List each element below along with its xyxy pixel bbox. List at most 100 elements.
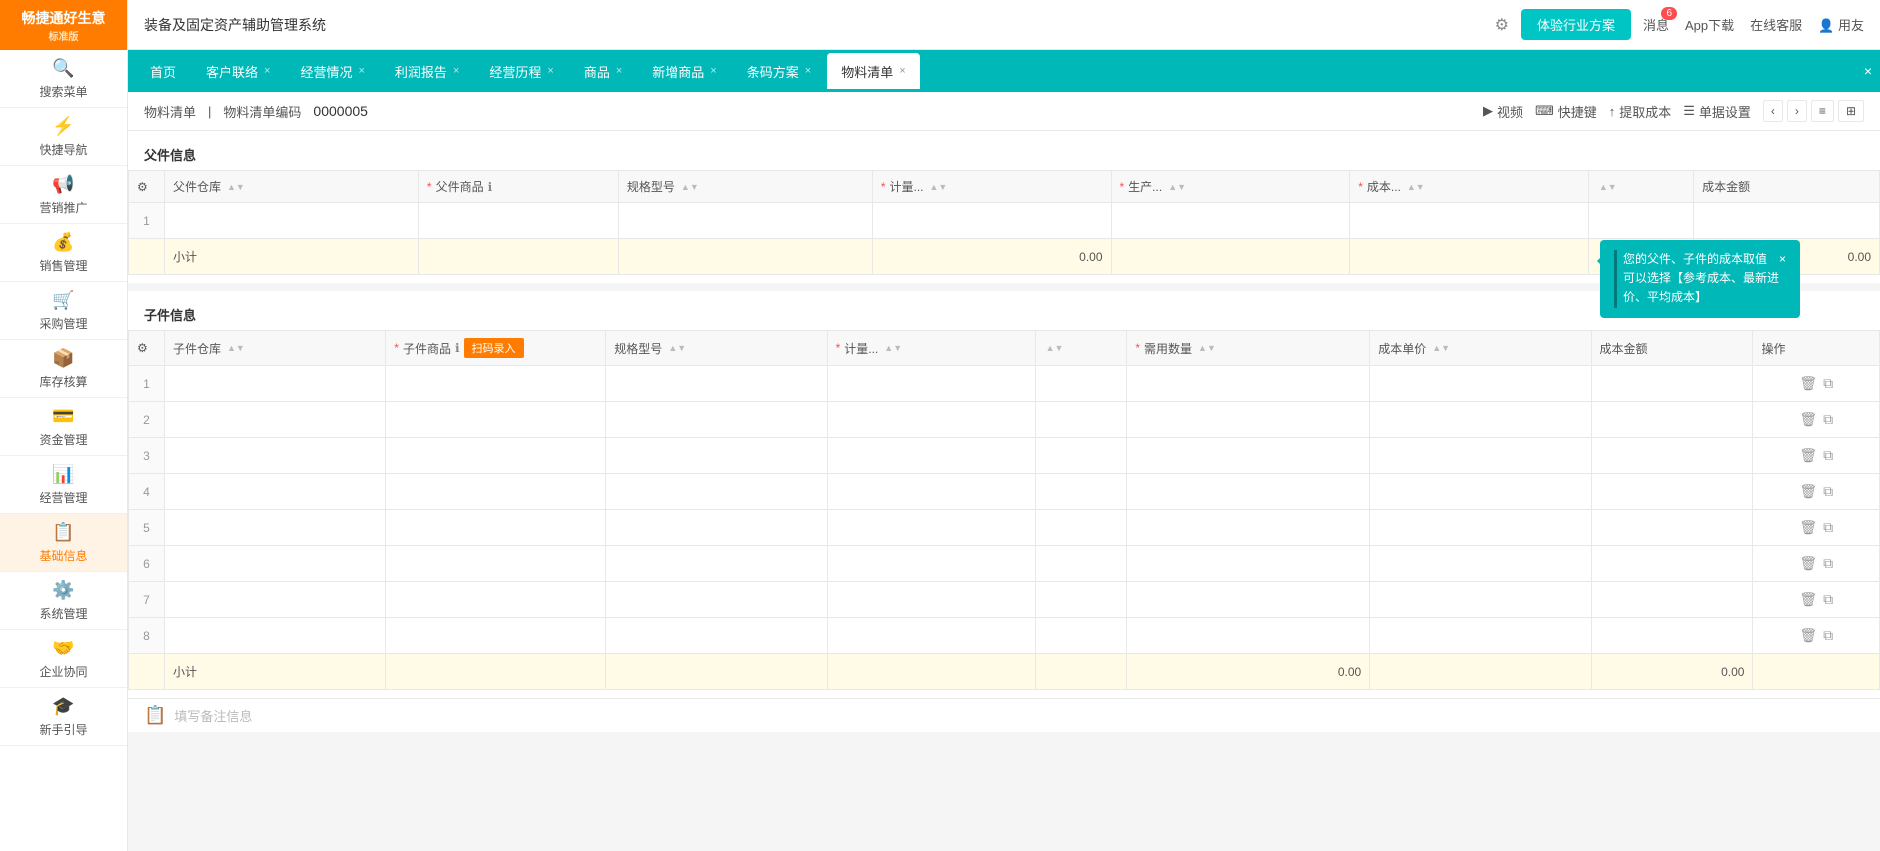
message-button[interactable]: 消息 6 xyxy=(1643,15,1669,34)
child-warehouse-cell[interactable] xyxy=(165,546,386,582)
parent-goods-info-icon[interactable]: ℹ xyxy=(488,180,493,194)
tab-customers[interactable]: 客户联络 × xyxy=(192,53,284,89)
sidebar-item-inventory[interactable]: 📦 库存核算 xyxy=(0,340,127,398)
settings-icon[interactable]: ⚙ xyxy=(1495,15,1509,35)
sidebar-item-basic[interactable]: 📋 基础信息 xyxy=(0,514,127,572)
child-unit-cost-cell[interactable] xyxy=(1370,618,1591,654)
child-warehouse-cell[interactable] xyxy=(165,402,386,438)
copy-icon[interactable]: ⧉ xyxy=(1823,375,1833,392)
child-warehouse-cell[interactable] xyxy=(165,438,386,474)
child-unit-cost-cell[interactable] xyxy=(1370,510,1591,546)
child-warehouse-cell[interactable] xyxy=(165,366,386,402)
doc-settings-action[interactable]: ☰ 单据设置 xyxy=(1683,102,1751,121)
child-qty-cell[interactable] xyxy=(1127,402,1370,438)
child-col-settings[interactable]: ⚙ xyxy=(129,331,165,366)
sidebar-item-purchase[interactable]: 🛒 采购管理 xyxy=(0,282,127,340)
child-unit-cost-cell[interactable] xyxy=(1370,582,1591,618)
child-unit-cost-cell[interactable] xyxy=(1370,438,1591,474)
delete-icon[interactable]: 🗑 xyxy=(1799,591,1817,608)
delete-icon[interactable]: 🗑 xyxy=(1799,411,1817,428)
parent-costval-cell[interactable] xyxy=(1350,203,1589,239)
child-goods-cell[interactable] xyxy=(386,438,606,474)
sidebar-item-marketing[interactable]: 📢 营销推广 xyxy=(0,166,127,224)
close-all-tabs[interactable]: × xyxy=(1864,63,1872,79)
tab-profit[interactable]: 利润报告 × xyxy=(381,53,473,89)
child-extra-cell[interactable] xyxy=(1035,366,1127,402)
copy-icon[interactable]: ⧉ xyxy=(1823,483,1833,500)
tab-goods[interactable]: 商品 × xyxy=(570,53,636,89)
trial-button[interactable]: 体验行业方案 xyxy=(1521,9,1631,40)
delete-icon[interactable]: 🗑 xyxy=(1799,519,1817,536)
breadcrumb-bom[interactable]: 物料清单 xyxy=(144,102,196,121)
tab-home[interactable]: 首页 xyxy=(136,53,190,89)
expand-button[interactable]: ⊞ xyxy=(1838,100,1864,122)
child-warehouse-cell[interactable] xyxy=(165,618,386,654)
tab-barcode[interactable]: 条码方案 × xyxy=(733,53,825,89)
child-unit-cell[interactable] xyxy=(827,438,1035,474)
child-spec-cell[interactable] xyxy=(606,366,827,402)
child-qty-cell[interactable] xyxy=(1127,474,1370,510)
delete-icon[interactable]: 🗑 xyxy=(1799,555,1817,572)
scan-input-button[interactable]: 扫码录入 xyxy=(464,338,524,358)
copy-icon[interactable]: ⧉ xyxy=(1823,555,1833,572)
tab-bom-close[interactable]: × xyxy=(899,65,905,77)
tab-history[interactable]: 经营历程 × xyxy=(475,53,567,89)
copy-icon[interactable]: ⧉ xyxy=(1823,591,1833,608)
online-service-link[interactable]: 在线客服 xyxy=(1750,15,1802,34)
delete-icon[interactable]: 🗑 xyxy=(1799,447,1817,464)
parent-extra-cell[interactable] xyxy=(1588,203,1693,239)
child-spec-cell[interactable] xyxy=(606,402,827,438)
parent-production-cell[interactable] xyxy=(1111,203,1350,239)
child-spec-cell[interactable] xyxy=(606,438,827,474)
child-goods-cell[interactable] xyxy=(386,366,606,402)
child-goods-info-icon[interactable]: ℹ xyxy=(455,341,460,355)
sidebar-item-guide[interactable]: 🎓 新手引导 xyxy=(0,688,127,746)
child-extra-cell[interactable] xyxy=(1035,402,1127,438)
child-qty-cell[interactable] xyxy=(1127,366,1370,402)
child-extra-cell[interactable] xyxy=(1035,510,1127,546)
child-goods-cell[interactable] xyxy=(386,474,606,510)
sidebar-item-quicknav[interactable]: ⚡ 快捷导航 xyxy=(0,108,127,166)
sidebar-item-system[interactable]: ⚙️ 系统管理 xyxy=(0,572,127,630)
child-spec-cell[interactable] xyxy=(606,474,827,510)
child-extra-cell[interactable] xyxy=(1035,618,1127,654)
child-unit-cell[interactable] xyxy=(827,510,1035,546)
child-extra-cell[interactable] xyxy=(1035,546,1127,582)
child-goods-cell[interactable] xyxy=(386,402,606,438)
child-unit-cost-cell[interactable] xyxy=(1370,546,1591,582)
tab-newgoods-close[interactable]: × xyxy=(710,65,716,77)
sidebar-item-finance[interactable]: 💳 资金管理 xyxy=(0,398,127,456)
child-warehouse-cell[interactable] xyxy=(165,510,386,546)
copy-icon[interactable]: ⧉ xyxy=(1823,411,1833,428)
tab-barcode-close[interactable]: × xyxy=(805,65,811,77)
note-hint[interactable]: 填写备注信息 xyxy=(174,706,252,725)
tab-operations-close[interactable]: × xyxy=(358,65,364,77)
tab-history-close[interactable]: × xyxy=(547,65,553,77)
user-avatar[interactable]: 👤 用友 xyxy=(1818,15,1864,34)
shortcut-action[interactable]: ⌨ 快捷键 xyxy=(1535,102,1597,121)
tab-goods-close[interactable]: × xyxy=(616,65,622,77)
delete-icon[interactable]: 🗑 xyxy=(1799,483,1817,500)
next-record-button[interactable]: › xyxy=(1787,100,1807,122)
child-goods-cell[interactable] xyxy=(386,582,606,618)
app-download-link[interactable]: App下载 xyxy=(1685,15,1734,34)
child-unit-cell[interactable] xyxy=(827,582,1035,618)
child-qty-cell[interactable] xyxy=(1127,546,1370,582)
child-unit-cell[interactable] xyxy=(827,618,1035,654)
prev-record-button[interactable]: ‹ xyxy=(1763,100,1783,122)
sidebar-item-collab[interactable]: 🤝 企业协同 xyxy=(0,630,127,688)
child-spec-cell[interactable] xyxy=(606,582,827,618)
tab-operations[interactable]: 经营情况 × xyxy=(286,53,378,89)
tab-newgoods[interactable]: 新增商品 × xyxy=(638,53,730,89)
child-spec-cell[interactable] xyxy=(606,546,827,582)
parent-warehouse-cell[interactable] xyxy=(165,203,419,239)
parent-col-settings[interactable]: ⚙ xyxy=(129,171,165,203)
child-warehouse-cell[interactable] xyxy=(165,582,386,618)
child-goods-cell[interactable] xyxy=(386,546,606,582)
child-qty-cell[interactable] xyxy=(1127,510,1370,546)
tab-bom[interactable]: 物料清单 × xyxy=(827,53,919,89)
video-action[interactable]: ▶ 视频 xyxy=(1483,102,1523,121)
grid-view-button[interactable]: ≡ xyxy=(1811,100,1834,122)
child-unit-cell[interactable] xyxy=(827,366,1035,402)
child-extra-cell[interactable] xyxy=(1035,438,1127,474)
